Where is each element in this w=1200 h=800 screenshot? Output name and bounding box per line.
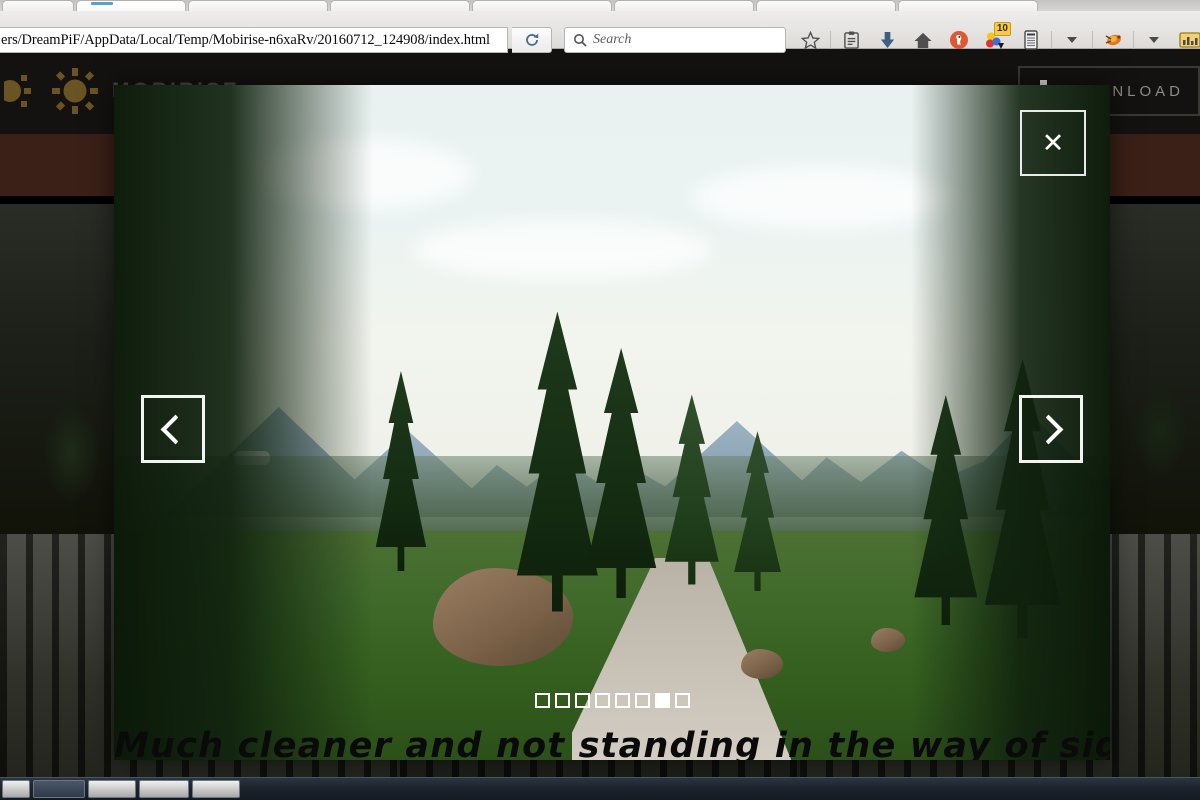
bookmark-star-button[interactable] (792, 24, 828, 56)
lightbox-indicator-7[interactable] (654, 693, 670, 708)
chevron-left-icon (160, 414, 191, 444)
address-bar-text: ers/DreamPiF/AppData/Local/Temp/Mobirise… (1, 31, 490, 48)
duckduckgo-privacy-button[interactable] (941, 24, 977, 56)
search-box[interactable]: Search (564, 27, 786, 53)
chevron-right-icon (1033, 414, 1064, 444)
windows-taskbar (0, 777, 1200, 800)
downloads-button[interactable] (869, 24, 905, 56)
close-icon: ✕ (1041, 127, 1065, 158)
taskbar-start[interactable] (2, 780, 30, 798)
home-button[interactable] (905, 24, 941, 56)
taskbar-item-1[interactable] (33, 780, 85, 798)
browser-tab-4[interactable] (330, 0, 470, 11)
browser-tab-7[interactable] (756, 0, 896, 11)
address-bar[interactable]: ers/DreamPiF/AppData/Local/Temp/Mobirise… (0, 27, 508, 53)
tab-favicon (91, 2, 113, 5)
lightbox-prev-button[interactable] (141, 395, 205, 463)
adblock-button[interactable]: 10 (977, 22, 1013, 56)
toolbar-separator (1133, 31, 1134, 49)
lightbox-modal: ✕ Much cleaner and not standing in the w… (114, 85, 1110, 760)
toolbar-separator (1092, 31, 1093, 49)
firebug-dropdown-button[interactable] (1136, 24, 1172, 56)
firebug-icon (1105, 34, 1121, 46)
reading-list-button[interactable] (833, 24, 869, 56)
extension-dropdown-button[interactable] (1054, 24, 1090, 56)
browser-tab-6[interactable] (614, 0, 754, 11)
screen: MOBIRISE DOWNLOAD (0, 0, 1200, 800)
lightbox-image (114, 85, 1110, 760)
lightbox-indicator-6[interactable] (634, 693, 650, 708)
browser-tab-3[interactable] (188, 0, 328, 11)
sun-gear-logo-icon (52, 68, 98, 114)
lightbox-close-button[interactable]: ✕ (1020, 110, 1086, 176)
lightbox-indicators (114, 693, 1110, 708)
lightbox-caption: Much cleaner and not standing in the way… (114, 726, 1110, 760)
server-extension-button[interactable] (1013, 24, 1049, 56)
server-extension-icon (1024, 30, 1038, 50)
duckduckgo-privacy-icon (950, 31, 968, 49)
lightbox-indicator-4[interactable] (594, 693, 610, 708)
tab-strip (0, 0, 1200, 11)
downloads-icon (880, 31, 894, 48)
search-icon (574, 34, 587, 47)
home-icon (914, 32, 932, 48)
bookmark-star-icon (800, 30, 820, 49)
status-meter-button[interactable] (1172, 24, 1200, 56)
reading-list-icon (843, 31, 859, 49)
lightbox-indicator-1[interactable] (534, 693, 550, 708)
chevron-down-icon-2 (1149, 37, 1159, 43)
browser-tab-5[interactable] (472, 0, 612, 11)
lightbox-indicator-5[interactable] (614, 693, 630, 708)
browser-tab-2[interactable] (76, 0, 186, 11)
taskbar-item-3[interactable] (139, 780, 189, 798)
lightbox-indicator-2[interactable] (554, 693, 570, 708)
reload-button[interactable] (512, 27, 552, 53)
lightbox-indicator-3[interactable] (574, 693, 590, 708)
browser-tab-8[interactable] (898, 0, 1038, 11)
toolbar-icon-group: 10 (792, 22, 1200, 56)
cloud (412, 220, 713, 280)
browser-tab-1[interactable] (2, 0, 74, 11)
adblock-badge-count: 10 (993, 22, 1011, 36)
toolbar-separator (1051, 31, 1052, 49)
small-rock (870, 628, 905, 652)
search-placeholder: Search (593, 32, 632, 47)
chevron-down-icon (1067, 37, 1077, 43)
status-meter-icon (1179, 32, 1200, 48)
firebug-button[interactable] (1095, 24, 1131, 56)
taskbar-item-2[interactable] (88, 780, 136, 798)
lightbox-next-button[interactable] (1019, 395, 1083, 463)
sun-gear-logo-icon-partial (4, 75, 31, 107)
taskbar-item-4[interactable] (192, 780, 240, 798)
lightbox-indicator-8[interactable] (674, 693, 690, 708)
navigation-toolbar: ers/DreamPiF/AppData/Local/Temp/Mobirise… (0, 11, 1200, 53)
browser-chrome: ers/DreamPiF/AppData/Local/Temp/Mobirise… (0, 0, 1200, 53)
reload-icon (525, 33, 538, 46)
toolbar-separator (830, 31, 831, 49)
